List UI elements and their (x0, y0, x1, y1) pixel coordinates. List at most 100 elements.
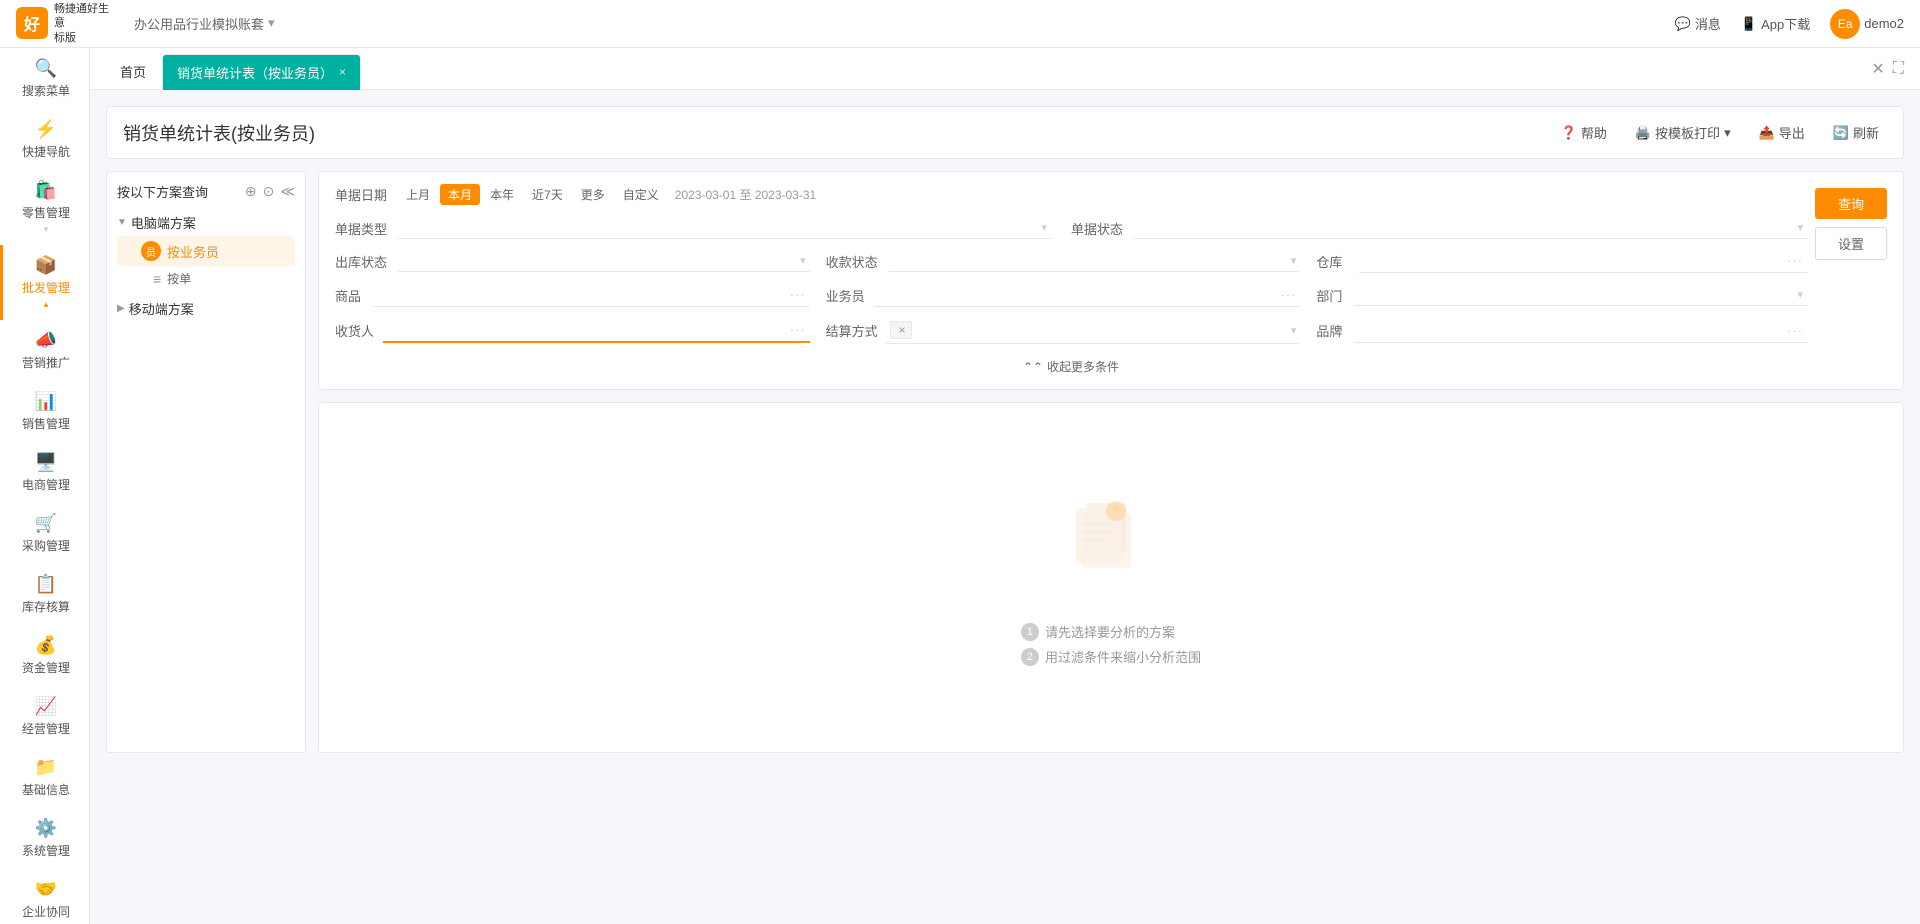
tree-group-pc: ▼ 电脑端方案 员 按业务员 ≡ 按单 (117, 209, 295, 291)
date-buttons: 上月 本月 本年 近7天 更多 自定义 (398, 184, 667, 205)
refresh-label: 刷新 (1853, 123, 1879, 142)
sidebar-item-label: 经营管理 (22, 720, 70, 737)
date-btn-7days[interactable]: 近7天 (524, 184, 571, 205)
query-button[interactable]: 查询 (1815, 188, 1887, 219)
out-status-input[interactable]: ▾ (398, 250, 810, 272)
sidebar-item-inventory[interactable]: 📋 库存核算 (0, 564, 89, 625)
sidebar-item-label: 库存核算 (22, 598, 70, 615)
sales-icon: 📊 (35, 391, 57, 412)
receiver-input[interactable]: ··· (383, 318, 810, 343)
user-area[interactable]: Ea demo2 (1830, 9, 1904, 39)
tab-sales-stats-label: 销货单统计表（按业务员） (177, 63, 333, 82)
sidebar-item-search[interactable]: 🔍 搜索菜单 (0, 48, 89, 109)
sidebar-item-finance[interactable]: 💰 资金管理 (0, 625, 89, 686)
export-icon: 📤 (1759, 125, 1775, 141)
logo-area: 好 畅捷通好生意 标版 (16, 2, 114, 45)
doc-type-input[interactable]: ▾ (398, 217, 1051, 239)
help-icon: ❓ (1561, 125, 1577, 141)
help-label: 帮助 (1581, 123, 1607, 142)
tab-sales-stats[interactable]: 销货单统计表（按业务员） × (162, 54, 361, 90)
tree-item-by-order[interactable]: ≡ 按单 (117, 266, 295, 291)
settings-button[interactable]: 设置 (1815, 227, 1887, 260)
date-btn-more[interactable]: 更多 (573, 184, 613, 205)
tab-close-icon[interactable]: × (339, 65, 346, 79)
collapse-button[interactable]: ⌃⌃ 收起更多条件 (1023, 358, 1119, 375)
sidebar-item-label: 搜索菜单 (22, 82, 70, 99)
refresh-button[interactable]: 🔄 刷新 (1825, 119, 1887, 146)
salesman-input[interactable]: ··· (874, 283, 1301, 307)
tree-group-pc-header[interactable]: ▼ 电脑端方案 (117, 209, 295, 236)
sidebar-item-label: 快捷导航 (22, 143, 70, 160)
tip-2-text: 用过滤条件来缩小分析范围 (1045, 647, 1201, 666)
sidebar-item-wholesale[interactable]: 📦 批发管理 ▴ (0, 245, 89, 320)
panel-header: 销货单统计表(按业务员) ❓ 帮助 🖨️ 按模板打印 ▾ 📤 (107, 107, 1903, 158)
filter-row-2: 出库状态 ▾ 收款状态 (335, 249, 1807, 273)
sidebar-item-ecommerce[interactable]: 🖥️ 电商管理 (0, 442, 89, 503)
settings-scheme-icon[interactable]: ⊙ (263, 183, 275, 200)
add-scheme-icon[interactable]: ⊕ (245, 183, 257, 200)
receiver-dots-icon: ··· (790, 322, 806, 337)
sidebar-item-purchase[interactable]: 🛒 采购管理 (0, 503, 89, 564)
sidebar-item-label: 基础信息 (22, 781, 70, 798)
warehouse-label: 仓库 (1316, 252, 1351, 271)
empty-tip-1: 1 请先选择要分析的方案 (1021, 622, 1201, 641)
app-download-label: App下载 (1761, 14, 1810, 33)
sidebar-item-quick-nav[interactable]: ⚡ 快捷导航 (0, 109, 89, 170)
print-button[interactable]: 🖨️ 按模板打印 ▾ (1627, 119, 1739, 146)
dept-label: 部门 (1316, 286, 1346, 305)
warehouse-dots-icon: ··· (1787, 253, 1803, 268)
sidebar: 🔍 搜索菜单 ⚡ 快捷导航 🛍️ 零售管理 ▾ 📦 批发管理 ▴ 📣 营销推广 … (0, 48, 90, 924)
sidebar-item-enterprise[interactable]: 🤝 企业协同 (0, 869, 89, 924)
date-btn-this-year[interactable]: 本年 (482, 184, 522, 205)
avatar-initials: Ea (1838, 17, 1853, 31)
app-download-button[interactable]: 📱 App下载 (1741, 14, 1810, 33)
goods-input[interactable]: ··· (373, 283, 810, 307)
breadcrumb-text: 办公用品行业模拟账套 (134, 14, 264, 33)
sidebar-item-marketing[interactable]: 📣 营销推广 (0, 320, 89, 381)
message-button[interactable]: 💬 消息 (1675, 14, 1721, 33)
chevron-icon: ▾ (44, 224, 49, 235)
tip-1-text: 请先选择要分析的方案 (1045, 622, 1175, 641)
salesman-circle-icon: 员 (141, 241, 161, 261)
salesman-label: 业务员 (826, 286, 866, 305)
search-icon: 🔍 (35, 58, 57, 79)
payment-status-arrow-icon: ▾ (1291, 254, 1297, 267)
empty-state-icon (1061, 483, 1161, 602)
date-btn-last-month[interactable]: 上月 (398, 184, 438, 205)
doc-status-input[interactable]: ▾ (1134, 217, 1807, 239)
warehouse-input[interactable]: ··· (1359, 249, 1807, 273)
refresh-icon: 🔄 (1833, 125, 1849, 141)
sidebar-item-retail[interactable]: 🛍️ 零售管理 ▾ (0, 170, 89, 245)
filter-col-warehouse: 仓库 ··· (1316, 249, 1807, 273)
tip-num-2: 2 (1021, 648, 1039, 666)
maximize-window-button[interactable]: ⛶ (1893, 60, 1904, 78)
tab-home[interactable]: 首页 (106, 54, 160, 90)
help-button[interactable]: ❓ 帮助 (1553, 119, 1615, 146)
collapse-scheme-icon[interactable]: ≪ (280, 183, 295, 200)
settlement-input[interactable]: × ▾ (886, 317, 1301, 344)
close-window-button[interactable]: ✕ (1871, 59, 1884, 79)
payment-status-input[interactable]: ▾ (889, 250, 1301, 272)
scheme-panel: 按以下方案查询 ⊕ ⊙ ≪ ▼ 电脑端方案 (106, 171, 306, 753)
brand-input[interactable]: ··· (1354, 319, 1807, 343)
scheme-header: 按以下方案查询 ⊕ ⊙ ≪ (117, 182, 295, 201)
filter-content: 单据日期 上月 本月 本年 近7天 更多 自定义 (319, 172, 1903, 389)
filter-row-1: 单据类型 ▾ 单据状态 (335, 217, 1807, 239)
export-button[interactable]: 📤 导出 (1751, 119, 1813, 146)
date-btn-custom[interactable]: 自定义 (615, 184, 667, 205)
filter-col-doc-status: 单据状态 ▾ (1071, 217, 1807, 239)
sidebar-item-operations[interactable]: 📈 经营管理 (0, 686, 89, 747)
dept-input[interactable]: ▾ (1354, 284, 1807, 306)
filter-col-payment-status: 收款状态 ▾ (826, 249, 1317, 273)
inventory-icon: 📋 (35, 574, 57, 595)
tree-group-mobile-header[interactable]: ▶ 移动端方案 (117, 295, 295, 322)
sidebar-item-system[interactable]: ⚙️ 系统管理 (0, 808, 89, 869)
date-btn-this-month[interactable]: 本月 (440, 184, 480, 205)
tree-item-by-salesman[interactable]: 员 按业务员 (117, 236, 295, 266)
sidebar-item-sales[interactable]: 📊 销售管理 (0, 381, 89, 442)
sidebar-item-label: 电商管理 (22, 476, 70, 493)
settlement-tag-close-icon[interactable]: × (899, 323, 906, 337)
doc-type-arrow-icon: ▾ (1041, 221, 1047, 234)
sidebar-item-base[interactable]: 📁 基础信息 (0, 747, 89, 808)
goods-label: 商品 (335, 286, 365, 305)
